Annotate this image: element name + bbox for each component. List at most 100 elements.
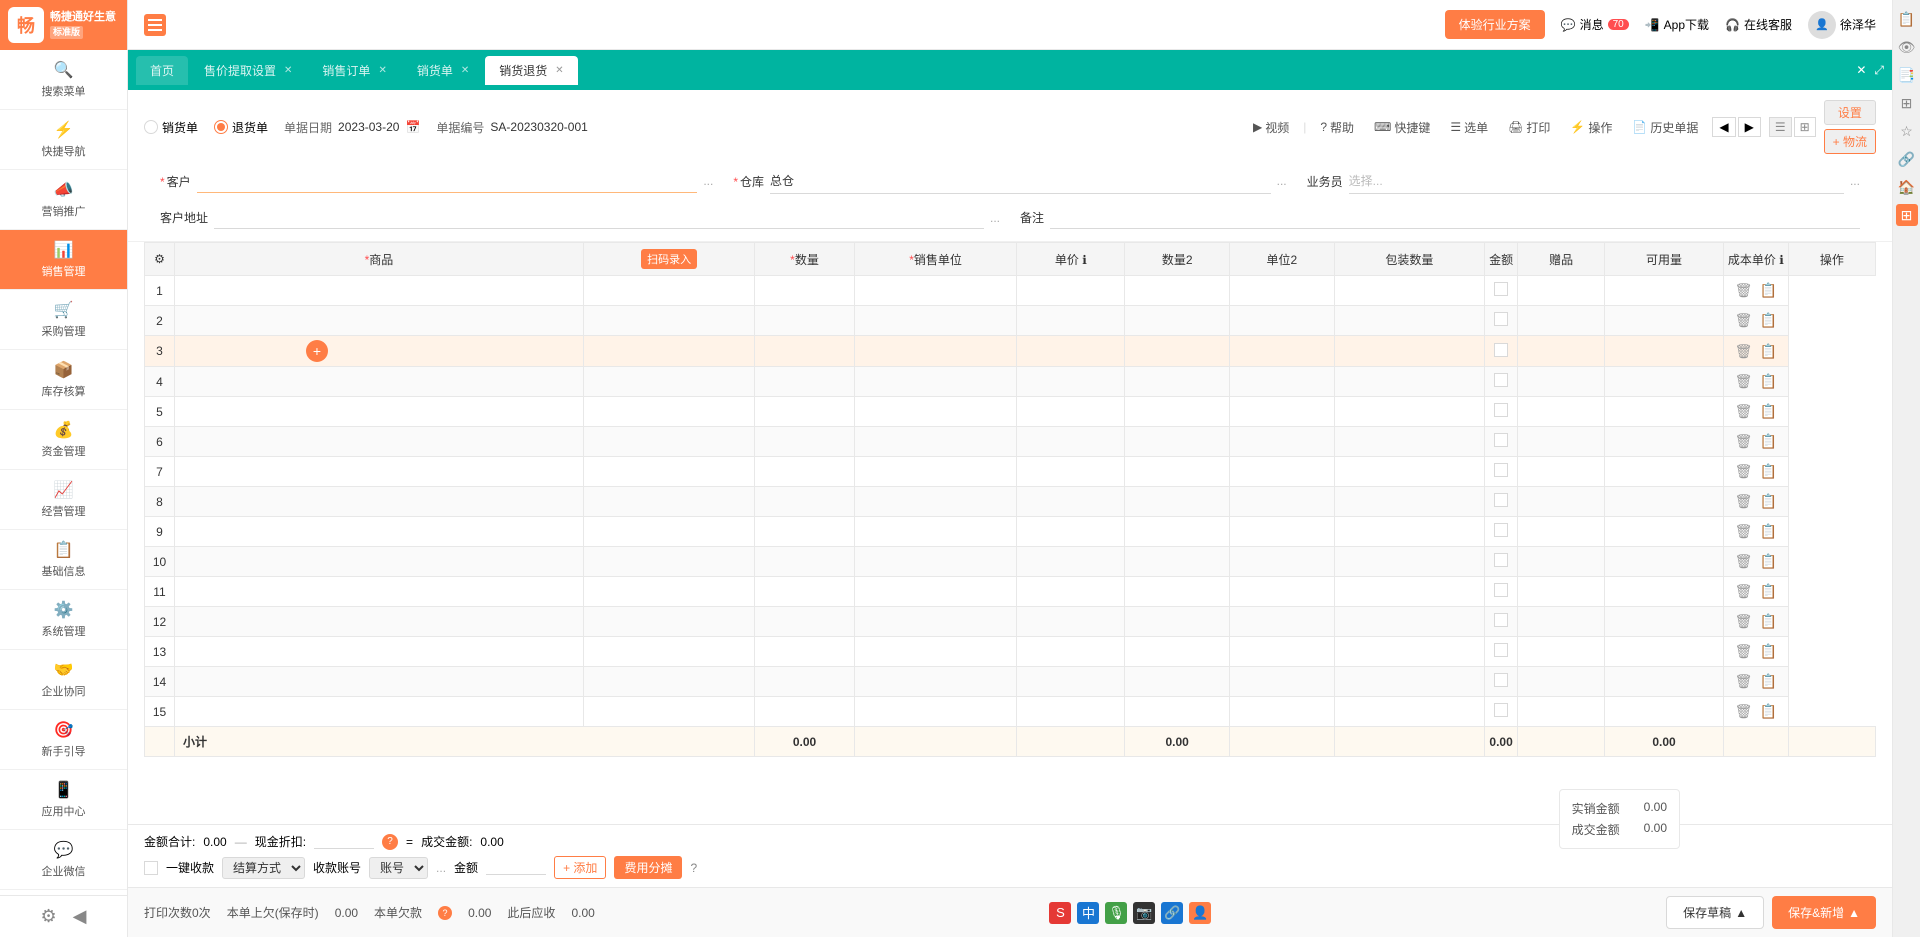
gift-cell-15[interactable] [1485,697,1518,727]
copy-btn-11[interactable]: 📋 [1758,581,1779,602]
sales-unit-cell-11[interactable] [755,577,854,607]
one-click-payment-checkbox[interactable] [144,861,158,875]
copy-btn-3[interactable]: 📋 [1758,341,1779,362]
product-cell-14[interactable] [175,667,584,697]
pack-cell-13[interactable] [1230,637,1335,667]
history-btn[interactable]: 📄 历史单据 [1626,116,1704,139]
amount-cell-12[interactable] [1334,607,1484,637]
unit2-cell-6[interactable] [1125,427,1230,457]
cost-cell-11[interactable] [1605,577,1724,607]
address-input[interactable] [214,206,984,229]
unit2-cell-8[interactable] [1125,487,1230,517]
qty2-cell-4[interactable] [1017,367,1125,397]
calendar-icon[interactable]: 📅 [405,120,420,134]
help-circle[interactable]: ? [382,834,398,850]
unit2-cell-12[interactable] [1125,607,1230,637]
sales-unit-cell-2[interactable] [755,306,854,336]
sales-unit-cell-1[interactable] [755,276,854,306]
cost-cell-4[interactable] [1605,367,1724,397]
select-btn[interactable]: ☰ 选单 [1444,116,1494,139]
col-settings-header[interactable]: ⚙ [145,243,175,276]
copy-btn-14[interactable]: 📋 [1758,671,1779,692]
gift-checkbox-2[interactable] [1494,312,1508,326]
pack-cell-2[interactable] [1230,306,1335,336]
discount-input[interactable] [314,834,374,849]
customer-service-btn[interactable]: 🎧 在线客服 [1725,16,1792,33]
qty-cell-2[interactable] [583,306,754,336]
cost-cell-3[interactable] [1605,336,1724,367]
qty-cell-3[interactable] [583,336,754,367]
qty2-cell-3[interactable] [1017,336,1125,367]
gift-checkbox-3[interactable] [1494,343,1508,357]
remark-input[interactable] [1050,206,1860,229]
grid-view-btn[interactable]: ⊞ [1794,117,1816,137]
right-sidebar-btn-1[interactable]: 📋 [1896,8,1918,30]
right-sidebar-btn-8[interactable]: ⊞ [1896,204,1918,226]
cost-cell-7[interactable] [1605,457,1724,487]
unit-price-cell-10[interactable] [854,547,1017,577]
unit2-cell-3[interactable] [1125,336,1230,367]
sales-unit-cell-4[interactable] [755,367,854,397]
gift-checkbox-9[interactable] [1494,523,1508,537]
qty-cell-10[interactable] [583,547,754,577]
amount-cell-5[interactable] [1334,397,1484,427]
customer-dots[interactable]: ... [703,174,713,188]
tab-home[interactable]: 首页 [136,56,188,85]
sales-unit-cell-14[interactable] [755,667,854,697]
gift-cell-9[interactable] [1485,517,1518,547]
amount-cell-14[interactable] [1334,667,1484,697]
available-cell-7[interactable] [1518,457,1605,487]
radio-return-bill[interactable]: 退货单 [214,119,268,136]
product-cell-4[interactable] [175,367,584,397]
setup-btn[interactable]: 设置 [1824,100,1876,125]
amount-cell-11[interactable] [1334,577,1484,607]
fenyong-help-icon[interactable]: ? [690,861,697,875]
sales-unit-cell-5[interactable] [755,397,854,427]
amount-cell-15[interactable] [1334,697,1484,727]
gift-checkbox-7[interactable] [1494,463,1508,477]
available-cell-13[interactable] [1518,637,1605,667]
product-cell-6[interactable] [175,427,584,457]
sidebar-item-wechat[interactable]: 💬 企业微信 [0,830,127,890]
available-cell-4[interactable] [1518,367,1605,397]
sidebar-item-search[interactable]: 🔍 搜索菜单 [0,50,127,110]
zh-icon[interactable]: 中 [1077,902,1099,924]
gift-cell-2[interactable] [1485,306,1518,336]
account-dots[interactable]: ... [436,861,446,875]
available-cell-11[interactable] [1518,577,1605,607]
account-select[interactable]: 账号 [369,857,428,879]
sales-unit-cell-8[interactable] [755,487,854,517]
qty2-cell-1[interactable] [1017,276,1125,306]
unit-price-cell-2[interactable] [854,306,1017,336]
salesperson-dots[interactable]: ... [1850,174,1860,188]
amount-cell-7[interactable] [1334,457,1484,487]
cost-cell-6[interactable] [1605,427,1724,457]
qty2-cell-2[interactable] [1017,306,1125,336]
s-icon[interactable]: S [1049,902,1071,924]
gift-cell-6[interactable] [1485,427,1518,457]
gift-cell-4[interactable] [1485,367,1518,397]
tab-sales-delivery-close[interactable]: ✕ [461,65,469,76]
delete-btn-8[interactable]: 🗑 [1733,491,1755,512]
right-sidebar-btn-7[interactable]: 🏠 [1896,176,1918,198]
cost-cell-13[interactable] [1605,637,1724,667]
copy-btn-9[interactable]: 📋 [1758,521,1779,542]
qty-cell-7[interactable] [583,457,754,487]
pack-cell-11[interactable] [1230,577,1335,607]
copy-btn-1[interactable]: 📋 [1758,280,1779,301]
user-menu[interactable]: 👤 徐泽华 [1808,11,1876,39]
sales-unit-cell-9[interactable] [755,517,854,547]
sales-unit-cell-12[interactable] [755,607,854,637]
gift-checkbox-13[interactable] [1494,643,1508,657]
gift-cell-11[interactable] [1485,577,1518,607]
qty-cell-11[interactable] [583,577,754,607]
unit2-cell-9[interactable] [1125,517,1230,547]
delete-btn-6[interactable]: 🗑 [1733,431,1755,452]
collapse-icon[interactable]: ◀ [73,906,87,927]
cost-cell-12[interactable] [1605,607,1724,637]
pack-cell-5[interactable] [1230,397,1335,427]
debt-circle[interactable]: ? [438,906,452,920]
pack-cell-6[interactable] [1230,427,1335,457]
gift-checkbox-4[interactable] [1494,373,1508,387]
sales-unit-cell-10[interactable] [755,547,854,577]
